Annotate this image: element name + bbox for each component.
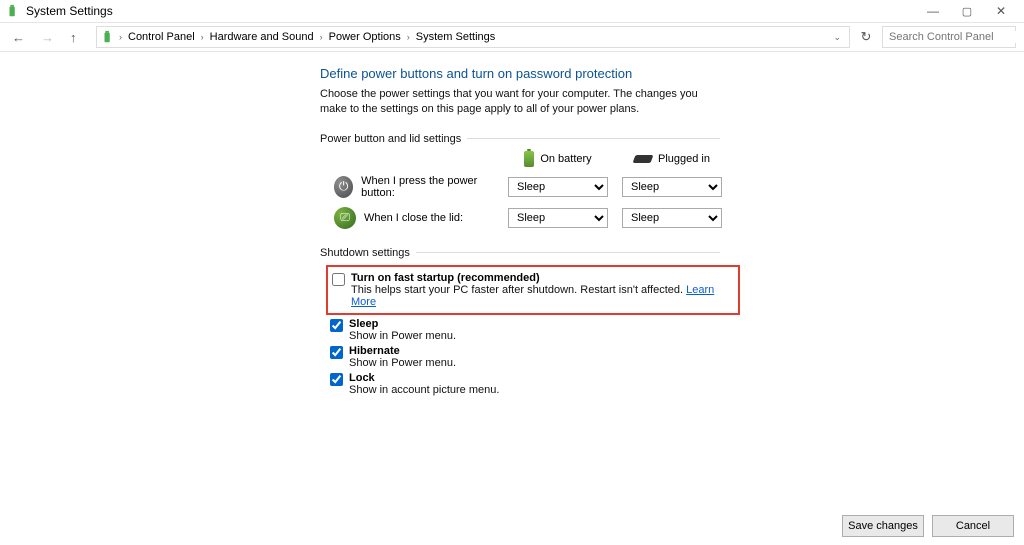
lid-plugged-select[interactable]: Sleep: [622, 208, 722, 228]
breadcrumb-item[interactable]: Hardware and Sound: [204, 31, 320, 43]
fast-startup-checkbox[interactable]: [332, 273, 345, 286]
section-label: Shutdown settings: [320, 247, 410, 259]
maximize-button[interactable]: ▢: [950, 5, 984, 18]
battery-app-icon: [6, 4, 20, 18]
column-on-battery: On battery: [508, 151, 608, 167]
minimize-button[interactable]: —: [916, 4, 950, 18]
option-fast-startup: Turn on fast startup (recommended) This …: [332, 272, 734, 308]
row-power-button: ⏻ When I press the power button:: [334, 175, 494, 199]
refresh-button[interactable]: ↻: [856, 29, 876, 45]
column-label: Plugged in: [658, 153, 710, 165]
option-sleep: Sleep Show in Power menu.: [330, 318, 720, 342]
plug-icon: [633, 155, 654, 163]
content-area: Define power buttons and turn on passwor…: [0, 52, 1024, 396]
power-button-icon: ⏻: [334, 176, 353, 198]
window-title: System Settings: [26, 4, 113, 18]
battery-icon: [101, 30, 115, 44]
option-title: Sleep: [349, 318, 456, 330]
section-power-lid-header: Power button and lid settings: [320, 133, 720, 145]
lock-checkbox[interactable]: [330, 373, 343, 386]
section-label: Power button and lid settings: [320, 133, 461, 145]
lid-icon: ⎚: [334, 207, 356, 229]
breadcrumb-item[interactable]: System Settings: [410, 31, 501, 43]
breadcrumb-item[interactable]: Control Panel: [122, 31, 201, 43]
page-description: Choose the power settings that you want …: [320, 87, 710, 117]
battery-icon: [524, 151, 534, 167]
section-shutdown-header: Shutdown settings: [320, 247, 720, 259]
option-lock: Lock Show in account picture menu.: [330, 372, 720, 396]
back-button[interactable]: ←: [12, 30, 25, 45]
forward-button[interactable]: →: [41, 30, 54, 45]
option-desc: Show in account picture menu.: [349, 384, 499, 396]
row-label-text: When I press the power button:: [361, 175, 494, 199]
power-lid-grid: On battery Plugged in ⏻ When I press the…: [334, 151, 720, 229]
footer: Save changes Cancel: [0, 515, 1014, 537]
power-button-plugged-select[interactable]: Sleep: [622, 177, 722, 197]
address-bar[interactable]: › Control Panel › Hardware and Sound › P…: [96, 26, 850, 48]
option-desc: This helps start your PC faster after sh…: [351, 284, 734, 308]
option-desc-text: This helps start your PC faster after sh…: [351, 284, 686, 296]
option-desc: Show in Power menu.: [349, 330, 456, 342]
option-hibernate: Hibernate Show in Power menu.: [330, 345, 720, 369]
cancel-button[interactable]: Cancel: [932, 515, 1014, 537]
column-plugged-in: Plugged in: [622, 153, 722, 165]
row-close-lid: ⎚ When I close the lid:: [334, 207, 494, 229]
titlebar: System Settings — ▢ ✕: [0, 0, 1024, 22]
page-title: Define power buttons and turn on passwor…: [320, 66, 720, 81]
option-title: Lock: [349, 372, 499, 384]
option-desc: Show in Power menu.: [349, 357, 456, 369]
save-button[interactable]: Save changes: [842, 515, 924, 537]
sleep-checkbox[interactable]: [330, 319, 343, 332]
search-box[interactable]: 🔍: [882, 26, 1016, 48]
power-button-battery-select[interactable]: Sleep: [508, 177, 608, 197]
option-title: Hibernate: [349, 345, 456, 357]
lid-battery-select[interactable]: Sleep: [508, 208, 608, 228]
row-label-text: When I close the lid:: [364, 212, 463, 224]
option-title: Turn on fast startup (recommended): [351, 272, 734, 284]
breadcrumb-item[interactable]: Power Options: [323, 31, 407, 43]
close-button[interactable]: ✕: [984, 4, 1018, 18]
up-button[interactable]: ↑: [70, 30, 77, 45]
search-input[interactable]: [889, 31, 1024, 43]
navbar: ← → ↑ › Control Panel › Hardware and Sou…: [0, 22, 1024, 52]
fast-startup-highlight: Turn on fast startup (recommended) This …: [326, 265, 740, 315]
address-dropdown-icon[interactable]: ⌄: [829, 32, 845, 43]
hibernate-checkbox[interactable]: [330, 346, 343, 359]
column-label: On battery: [540, 153, 591, 165]
